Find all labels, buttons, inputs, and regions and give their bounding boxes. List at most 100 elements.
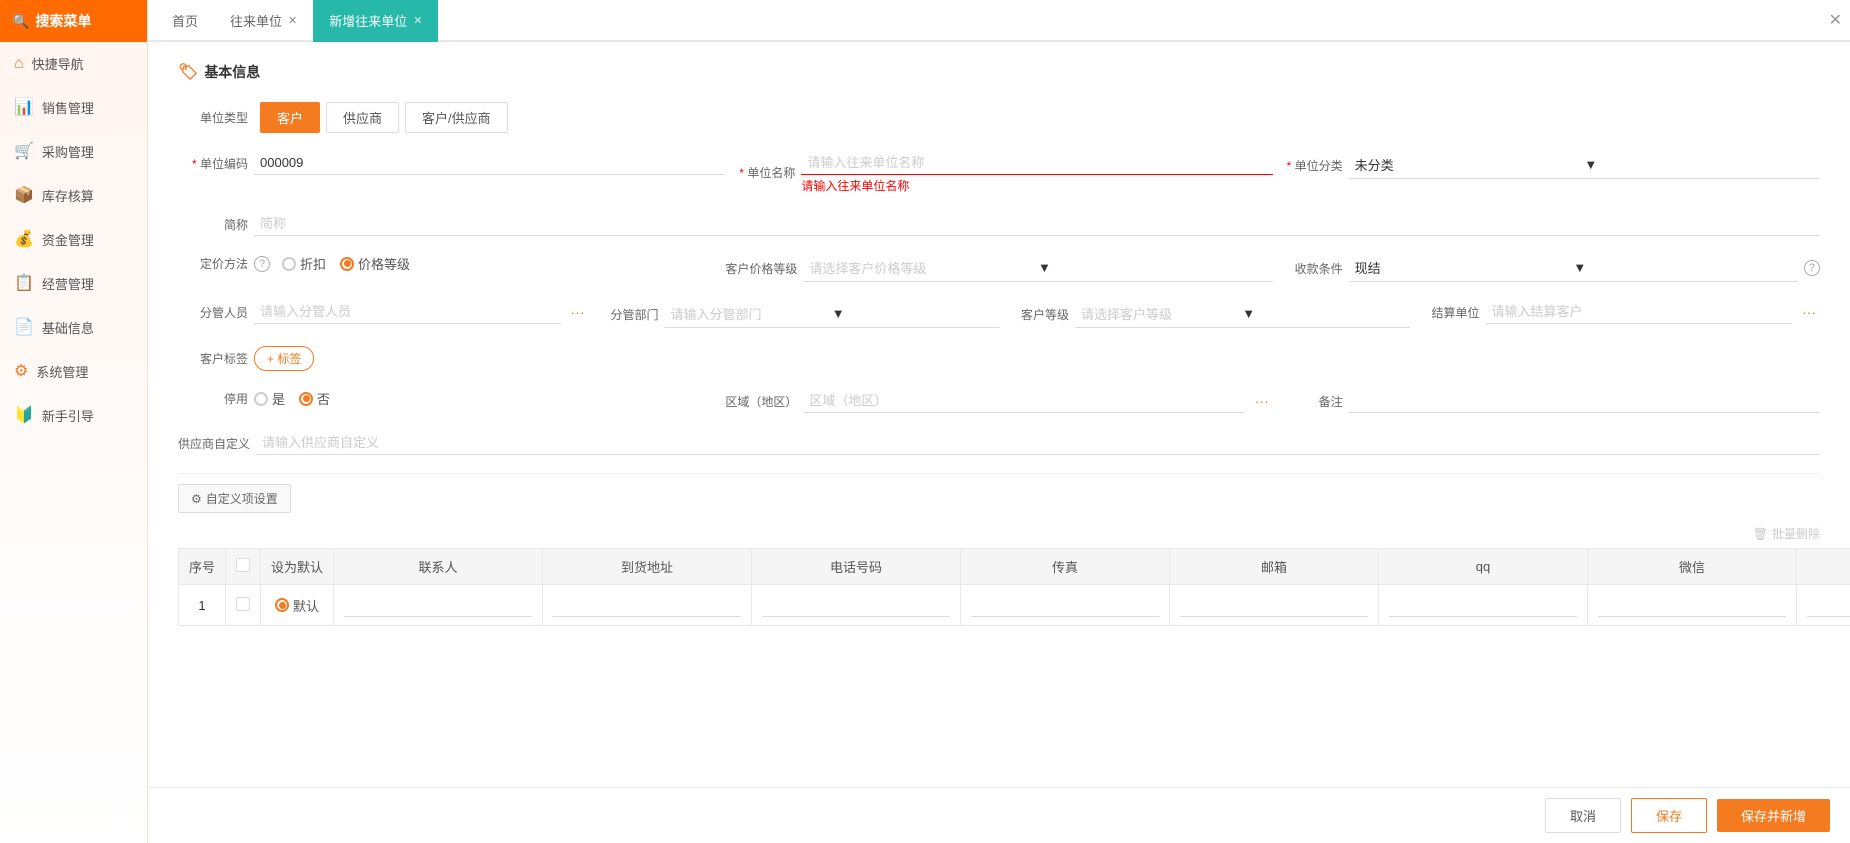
batch-delete-label[interactable]: 批量删除: [1772, 525, 1820, 542]
payment-terms-select[interactable]: 现结 ▼: [1349, 254, 1798, 282]
unit-btn-supplier[interactable]: 供应商: [326, 102, 399, 133]
custom-settings-button[interactable]: ⚙ 自定义项设置: [178, 484, 291, 513]
tab-partner-close[interactable]: ✕: [288, 14, 297, 27]
tab-bar-close-all[interactable]: ✕: [1829, 10, 1842, 30]
pricing-level-option[interactable]: 价格等级: [340, 254, 410, 273]
sidebar-item-label: 基础信息: [42, 318, 94, 337]
supplier-custom-label: 供应商自定义: [178, 435, 250, 452]
customer-level-select[interactable]: 请选择客户等级 ▼: [1075, 300, 1410, 328]
sidebar-item-quick-nav[interactable]: ⌂ 快捷导航: [0, 42, 147, 85]
category-dropdown-arrow: ▼: [1584, 157, 1814, 172]
sidebar-item-label: 经营管理: [42, 274, 94, 293]
row-select-checkbox[interactable]: [236, 597, 250, 611]
pricing-level-radio[interactable]: [340, 257, 354, 271]
disabled-no-label: 否: [317, 389, 330, 408]
save-button[interactable]: 保存: [1631, 798, 1707, 833]
unit-btn-customer[interactable]: 客户: [260, 102, 320, 133]
unit-category-select[interactable]: 未分类 ▼: [1349, 151, 1820, 179]
manager-field: 分管人员 ···: [178, 300, 589, 324]
unit-type-group: 客户 供应商 客户/供应商: [260, 102, 508, 133]
sidebar-item-system[interactable]: ⚙ 系统管理: [0, 349, 147, 393]
disabled-no-radio[interactable]: [299, 392, 313, 406]
select-all-checkbox[interactable]: [236, 558, 250, 572]
tab-home[interactable]: 首页: [156, 0, 214, 42]
payment-terms-help-icon[interactable]: ?: [1804, 260, 1820, 276]
row-checkbox: [226, 585, 261, 626]
save-new-button[interactable]: 保存并新增: [1717, 799, 1830, 832]
sidebar-search-label: 搜索菜单: [35, 11, 91, 31]
unit-name-input[interactable]: [801, 151, 1272, 175]
sidebar-item-inventory[interactable]: 📦 库存核算: [0, 173, 147, 217]
department-select[interactable]: 请输入分管部门 ▼: [665, 300, 1000, 328]
row-fax: [961, 585, 1170, 626]
unit-code-input[interactable]: [254, 151, 725, 175]
row-region: [1797, 585, 1850, 626]
supplier-custom-input[interactable]: [256, 431, 1820, 455]
th-fax: 传真: [961, 549, 1170, 585]
remark-input[interactable]: [1349, 389, 1820, 413]
manager-input[interactable]: [254, 300, 561, 324]
payment-terms-value: 现结: [1355, 258, 1574, 277]
settlement-more-btn[interactable]: ···: [1798, 304, 1820, 320]
home-icon: ⌂: [14, 55, 24, 73]
row-address-input[interactable]: [553, 593, 741, 617]
tab-bar: 首页 往来单位 ✕ 新增往来单位 ✕ ✕: [148, 0, 1850, 42]
disabled-yes-radio[interactable]: [254, 392, 268, 406]
remark-label: 备注: [1273, 393, 1343, 410]
sidebar-item-basic-info[interactable]: 📄 基础信息: [0, 305, 147, 349]
region-input[interactable]: [803, 389, 1244, 413]
tab-home-label: 首页: [172, 11, 198, 30]
customer-price-level-select[interactable]: 请选择客户价格等级 ▼: [803, 254, 1272, 282]
disabled-yes-option[interactable]: 是: [254, 389, 285, 408]
unit-btn-both[interactable]: 客户/供应商: [405, 102, 508, 133]
sidebar: 🔍 搜索菜单 ⌂ 快捷导航 📊 销售管理 🛒 采购管理 📦 库存核算 💰 资金管…: [0, 0, 148, 843]
row-fax-input[interactable]: [971, 593, 1159, 617]
region-more-btn[interactable]: ···: [1251, 393, 1273, 409]
pricing-help-icon[interactable]: ?: [254, 256, 270, 272]
settlement-unit-input[interactable]: [1486, 300, 1793, 324]
row-default-radio-item[interactable]: 默认: [271, 596, 323, 615]
manager-more-btn[interactable]: ···: [567, 304, 589, 320]
row-contact-input[interactable]: [344, 593, 532, 617]
short-name-input[interactable]: [254, 212, 1820, 236]
price-level-arrow: ▼: [1038, 260, 1267, 275]
sidebar-item-sales[interactable]: 📊 销售管理: [0, 85, 147, 129]
th-region: 所在地区: [1797, 549, 1850, 585]
add-tag-button[interactable]: + 标签: [254, 346, 314, 371]
row-region-input[interactable]: [1807, 593, 1850, 617]
row-phone-input[interactable]: [762, 593, 950, 617]
short-name-row: 简称: [178, 212, 1820, 236]
sidebar-item-finance[interactable]: 💰 资金管理: [0, 217, 147, 261]
row-qq-input[interactable]: [1389, 593, 1577, 617]
th-wechat: 微信: [1588, 549, 1797, 585]
tab-new-partner[interactable]: 新增往来单位 ✕: [313, 0, 438, 42]
manager-label: 分管人员: [178, 304, 248, 321]
unit-name-label: 单位名称: [725, 164, 795, 181]
sidebar-search[interactable]: 🔍 搜索菜单: [0, 0, 147, 42]
unit-code-label: 单位编码: [178, 155, 248, 172]
disabled-no-option[interactable]: 否: [299, 389, 330, 408]
pricing-row: 定价方法 ? 折扣 价格等级 客户价格等级 请选择客户价格等级: [178, 254, 1820, 282]
unit-category-value: 未分类: [1355, 155, 1585, 174]
th-default: 设为默认: [261, 549, 334, 585]
sidebar-item-new-guide[interactable]: 🔰 新手引导: [0, 393, 147, 437]
settlement-unit-label: 结算单位: [1410, 304, 1480, 321]
row-default-radio[interactable]: [275, 598, 289, 612]
sidebar-item-label: 采购管理: [42, 142, 94, 161]
settings-icon: ⚙: [191, 492, 202, 506]
row-email-input[interactable]: [1180, 593, 1368, 617]
doc-icon: 📄: [14, 317, 34, 337]
pricing-discount-radio[interactable]: [282, 257, 296, 271]
tab-partner[interactable]: 往来单位 ✕: [214, 0, 313, 42]
unit-type-field: 单位类型 客户 供应商 客户/供应商: [178, 102, 1820, 133]
row-wechat-input[interactable]: [1598, 593, 1786, 617]
cart-icon: 🛒: [14, 141, 34, 161]
tab-new-partner-close[interactable]: ✕: [413, 14, 422, 27]
pricing-discount-option[interactable]: 折扣: [282, 254, 326, 273]
sidebar-item-purchase[interactable]: 🛒 采购管理: [0, 129, 147, 173]
unit-category-field: 单位分类 未分类 ▼: [1273, 151, 1820, 179]
table-header: 序号 设为默认 联系人 到货地址 电话号码 传真 邮箱 qq 微信 所在地区 操…: [179, 549, 1850, 585]
cancel-button[interactable]: 取消: [1545, 798, 1621, 833]
sidebar-item-operations[interactable]: 📋 经营管理: [0, 261, 147, 305]
divider: [178, 473, 1820, 474]
